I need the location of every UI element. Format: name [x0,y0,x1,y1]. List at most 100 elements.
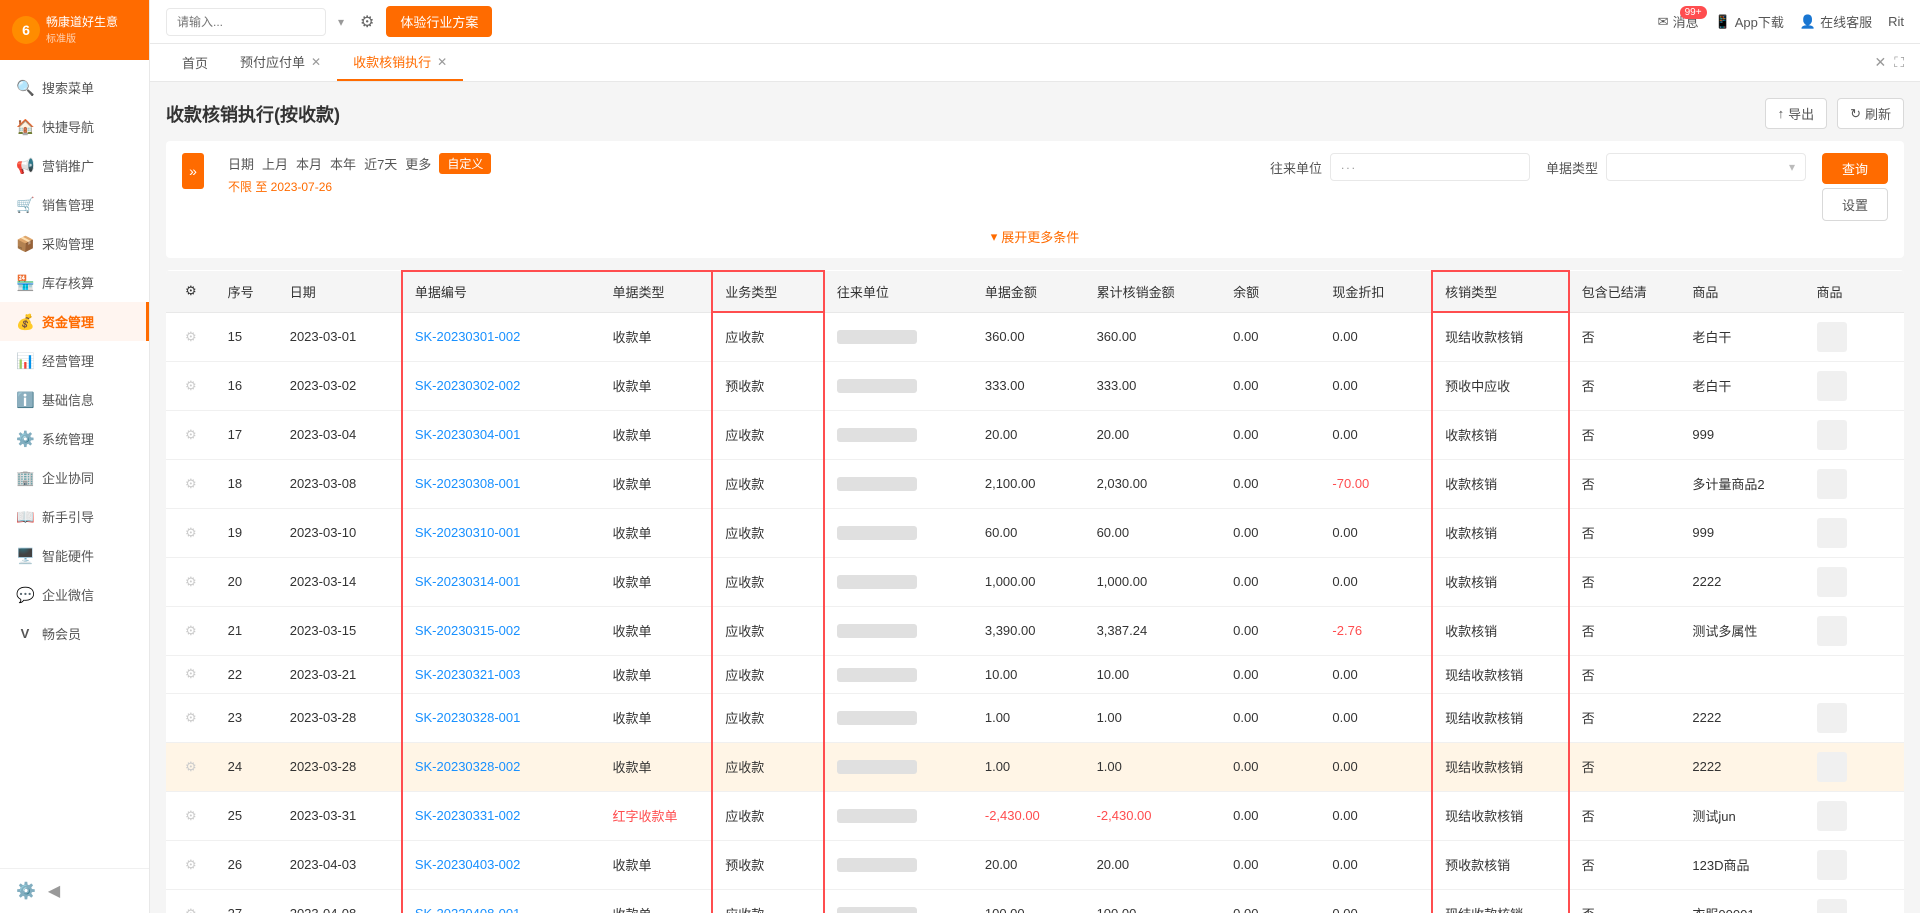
row-doc-no[interactable]: SK-20230308-001 [402,459,601,508]
sidebar-item-purchase[interactable]: 📦 采购管理 [0,224,149,263]
table-row[interactable]: ⚙192023-03-10SK-20230310-001收款单应收款60.006… [166,508,1904,557]
col-header-biz-type[interactable]: 业务类型 [712,271,824,312]
date-option-7days[interactable]: 近7天 [364,154,397,173]
row-gear[interactable]: ⚙ [166,791,216,840]
tab-writeoff[interactable]: 收款核销执行 ✕ [337,44,463,81]
refresh-btn[interactable]: ↻ 刷新 [1837,98,1904,129]
table-row[interactable]: ⚙262023-04-03SK-20230403-002收款单预收款20.002… [166,840,1904,889]
row-gear[interactable]: ⚙ [166,312,216,361]
sidebar-item-wechat[interactable]: 💬 企业微信 [0,575,149,614]
row-doc-no[interactable]: SK-20230328-001 [402,693,601,742]
doc-no-link[interactable]: SK-20230301-002 [415,329,521,344]
topbar-user[interactable]: Rit [1888,14,1904,29]
table-row[interactable]: ⚙222023-03-21SK-20230321-003收款单应收款10.001… [166,655,1904,693]
row-gear[interactable]: ⚙ [166,361,216,410]
topbar-service[interactable]: 👤 在线客服 [1800,12,1872,31]
topbar-app-download[interactable]: 📱 App下载 [1715,12,1784,31]
row-gear[interactable]: ⚙ [166,459,216,508]
doc-no-link[interactable]: SK-20230314-001 [415,574,521,589]
doc-no-link[interactable]: SK-20230310-001 [415,525,521,540]
doc-no-link[interactable]: SK-20230321-003 [415,667,521,682]
date-option-cur-month[interactable]: 本月 [296,154,322,173]
topbar-solution-btn[interactable]: 体验行业方案 [386,6,492,37]
sidebar-item-system[interactable]: ⚙️ 系统管理 [0,419,149,458]
table-row[interactable]: ⚙212023-03-15SK-20230315-002收款单应收款3,390.… [166,606,1904,655]
table-row[interactable]: ⚙232023-03-28SK-20230328-001收款单应收款1.001.… [166,693,1904,742]
table-row[interactable]: ⚙202023-03-14SK-20230314-001收款单应收款1,000.… [166,557,1904,606]
topbar-gear-icon[interactable]: ⚙ [360,12,374,32]
filter-expand-arrow[interactable]: » [182,153,204,189]
date-option-cur-year[interactable]: 本年 [330,154,356,173]
row-doc-no[interactable]: SK-20230304-001 [402,410,601,459]
sidebar-settings-icon[interactable]: ⚙️ [16,881,36,901]
voucher-type-select[interactable]: ▾ [1606,153,1806,181]
tab-prepaid[interactable]: 预付应付单 ✕ [224,44,337,81]
row-gear[interactable]: ⚙ [166,742,216,791]
sidebar-item-hardware[interactable]: 🖥️ 智能硬件 [0,536,149,575]
row-doc-no[interactable]: SK-20230301-002 [402,312,601,361]
query-btn[interactable]: 查询 [1822,153,1888,184]
doc-no-link[interactable]: SK-20230302-002 [415,378,521,393]
topbar-chevron-icon[interactable]: ▾ [338,15,344,29]
row-doc-no[interactable]: SK-20230403-002 [402,840,601,889]
doc-no-link[interactable]: SK-20230331-002 [415,808,521,823]
row-gear[interactable]: ⚙ [166,655,216,693]
sidebar-item-basic[interactable]: ℹ️ 基础信息 [0,380,149,419]
sidebar-item-search[interactable]: 🔍 搜索菜单 [0,68,149,107]
row-gear[interactable]: ⚙ [166,889,216,913]
doc-no-link[interactable]: SK-20230308-001 [415,476,521,491]
row-doc-no[interactable]: SK-20230315-002 [402,606,601,655]
table-row[interactable]: ⚙272023-04-08SK-20230408-001收款单应收款100.00… [166,889,1904,913]
col-header-doc-type[interactable]: 单据类型 [600,271,712,312]
col-header-writeoff-type[interactable]: 核销类型 [1432,271,1569,312]
doc-no-link[interactable]: SK-20230315-002 [415,623,521,638]
row-gear[interactable]: ⚙ [166,840,216,889]
table-row[interactable]: ⚙172023-03-04SK-20230304-001收款单应收款20.002… [166,410,1904,459]
row-doc-no[interactable]: SK-20230328-002 [402,742,601,791]
table-row[interactable]: ⚙182023-03-08SK-20230308-001收款单应收款2,100.… [166,459,1904,508]
table-row[interactable]: ⚙252023-03-31SK-20230331-002红字收款单应收款-2,4… [166,791,1904,840]
tab-prepaid-close[interactable]: ✕ [311,55,321,69]
sidebar-item-sales[interactable]: 🛒 销售管理 [0,185,149,224]
sidebar-item-operations[interactable]: 📊 经营管理 [0,341,149,380]
sidebar-item-quicknav[interactable]: 🏠 快捷导航 [0,107,149,146]
sidebar-item-inventory[interactable]: 🏪 库存核算 [0,263,149,302]
row-gear[interactable]: ⚙ [166,557,216,606]
sidebar-item-marketing[interactable]: 📢 营销推广 [0,146,149,185]
counterparty-input[interactable]: ... [1330,153,1530,181]
row-doc-no[interactable]: SK-20230408-001 [402,889,601,913]
settings-btn[interactable]: 设置 [1822,188,1888,221]
tab-home[interactable]: 首页 [166,45,224,80]
row-gear[interactable]: ⚙ [166,508,216,557]
row-gear[interactable]: ⚙ [166,410,216,459]
sidebar-item-finance[interactable]: 💰 资金管理 [0,302,149,341]
table-row[interactable]: ⚙162023-03-02SK-20230302-002收款单预收款333.00… [166,361,1904,410]
topbar-search-input[interactable] [166,8,326,36]
tab-writeoff-close[interactable]: ✕ [437,55,447,69]
date-option-more[interactable]: 更多 [405,154,431,173]
doc-no-link[interactable]: SK-20230403-002 [415,857,521,872]
topbar-message[interactable]: ✉ 消息 99+ [1658,12,1699,31]
sidebar-item-member[interactable]: V 畅会员 [0,614,149,653]
row-doc-no[interactable]: SK-20230314-001 [402,557,601,606]
doc-no-link[interactable]: SK-20230328-001 [415,710,521,725]
table-row[interactable]: ⚙152023-03-01SK-20230301-002收款单应收款360.00… [166,312,1904,361]
doc-no-link[interactable]: SK-20230408-001 [415,906,521,913]
sidebar-item-guide[interactable]: 📖 新手引导 [0,497,149,536]
tab-close-all-icon[interactable]: ✕ [1874,54,1886,71]
doc-no-link[interactable]: SK-20230304-001 [415,427,521,442]
export-btn[interactable]: ↑ 导出 [1765,98,1828,129]
sidebar-collapse-icon[interactable]: ◀ [48,881,60,901]
row-doc-no[interactable]: SK-20230321-003 [402,655,601,693]
row-doc-no[interactable]: SK-20230310-001 [402,508,601,557]
tab-fullscreen-icon[interactable]: ⛶ [1894,54,1904,71]
col-header-doc-no[interactable]: 单据编号 [402,271,601,312]
table-row[interactable]: ⚙242023-03-28SK-20230328-002收款单应收款1.001.… [166,742,1904,791]
date-custom-btn[interactable]: 自定义 [439,153,491,174]
doc-no-link[interactable]: SK-20230328-002 [415,759,521,774]
row-gear[interactable]: ⚙ [166,606,216,655]
row-gear[interactable]: ⚙ [166,693,216,742]
expand-conditions-btn[interactable]: ▾ 展开更多条件 [991,227,1080,246]
row-doc-no[interactable]: SK-20230302-002 [402,361,601,410]
sidebar-item-enterprise[interactable]: 🏢 企业协同 [0,458,149,497]
